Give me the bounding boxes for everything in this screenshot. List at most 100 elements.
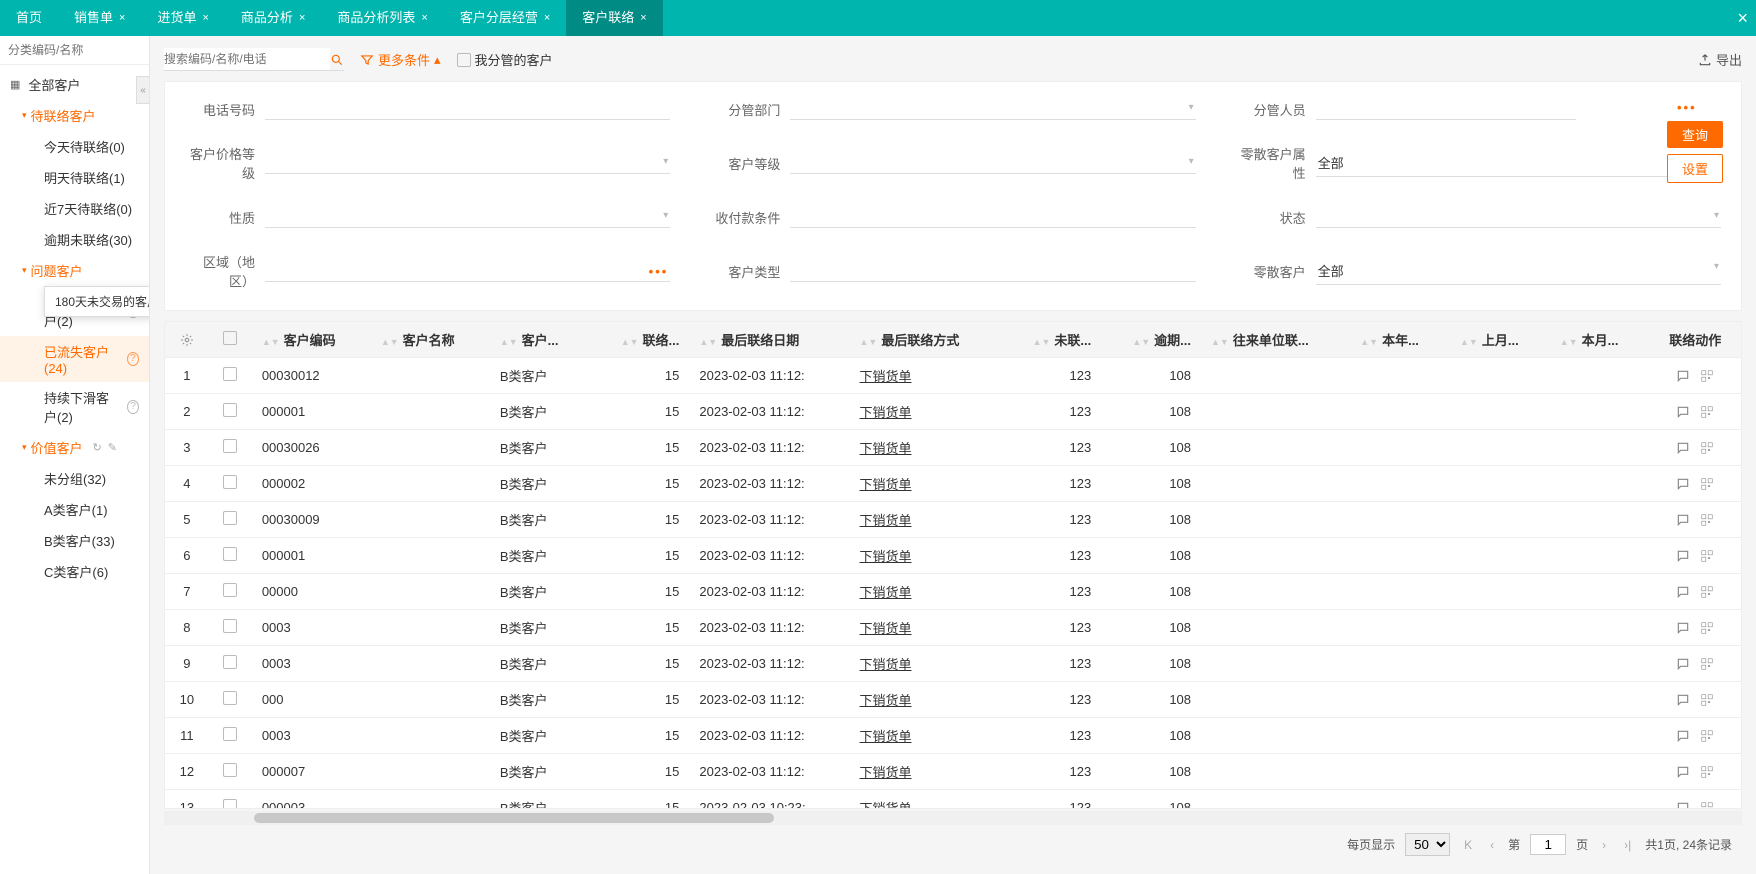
qrcode-icon[interactable] [1700, 368, 1714, 384]
edit-icon[interactable]: ✎ [108, 441, 117, 454]
last-type-link[interactable]: 下销货单 [860, 693, 912, 708]
tab-商品分析[interactable]: 商品分析× [225, 0, 321, 36]
tree-item[interactable]: 已流失客户(24)? [0, 336, 149, 382]
col-un[interactable]: ▲▼未联... [1001, 322, 1101, 358]
horizontal-scrollbar[interactable] [164, 811, 1742, 825]
chat-icon[interactable] [1676, 404, 1690, 420]
more-icon[interactable]: ••• [649, 264, 669, 279]
row-checkbox[interactable] [223, 367, 237, 381]
row-checkbox[interactable] [223, 799, 237, 809]
col-contact[interactable]: ▲▼联络... [590, 322, 690, 358]
last-type-link[interactable]: 下销货单 [860, 729, 912, 744]
table-row[interactable]: 4000002B类客户152023-02-03 11:12:下销货单123108 [165, 466, 1741, 502]
more-conditions-toggle[interactable]: 更多条件 ▴ [360, 50, 441, 69]
tab-进货单[interactable]: 进货单× [141, 0, 224, 36]
row-checkbox[interactable] [223, 583, 237, 597]
my-managed-checkbox[interactable]: 我分管的客户 [457, 50, 553, 69]
pager-first-icon[interactable]: K [1460, 838, 1476, 852]
col-cust[interactable]: ▲▼客户... [490, 322, 590, 358]
filter-input[interactable] [1316, 98, 1576, 120]
table-row[interactable]: 500030009B类客户152023-02-03 11:12:下销货单1231… [165, 502, 1741, 538]
filter-input[interactable] [265, 98, 670, 120]
table-row[interactable]: 300030026B类客户152023-02-03 11:12:下销货单1231… [165, 430, 1741, 466]
qrcode-icon[interactable] [1700, 476, 1714, 492]
tree-item[interactable]: 近7天待联络(0) [0, 193, 149, 224]
qrcode-icon[interactable] [1700, 728, 1714, 744]
chat-icon[interactable] [1676, 368, 1690, 384]
select-all-checkbox[interactable] [223, 331, 237, 345]
tab-销售单[interactable]: 销售单× [58, 0, 141, 36]
pager-page-input[interactable] [1530, 834, 1566, 855]
chat-icon[interactable] [1676, 800, 1690, 809]
col-last_date[interactable]: ▲▼最后联络日期 [689, 322, 849, 358]
col-over[interactable]: ▲▼逾期... [1101, 322, 1201, 358]
tree-item[interactable]: 持续下滑客户(2)? [0, 382, 149, 432]
close-icon[interactable]: × [544, 0, 550, 36]
filter-input[interactable]: 全部▾ [1316, 257, 1721, 285]
row-checkbox[interactable] [223, 475, 237, 489]
close-icon[interactable]: × [421, 0, 427, 36]
close-icon[interactable]: × [640, 0, 646, 36]
table-row[interactable]: 6000001B类客户152023-02-03 11:12:下销货单123108 [165, 538, 1741, 574]
table-row[interactable]: 12000007B类客户152023-02-03 11:12:下销货单12310… [165, 754, 1741, 790]
filter-input[interactable]: ▾ [790, 98, 1195, 120]
sidebar-search-input[interactable] [8, 43, 150, 57]
last-type-link[interactable]: 下销货单 [860, 621, 912, 636]
tree-item[interactable]: A类客户(1) [0, 494, 149, 525]
row-checkbox[interactable] [223, 403, 237, 417]
query-button[interactable]: 查询 [1667, 121, 1723, 148]
col-year[interactable]: ▲▼本年... [1350, 322, 1450, 358]
pager-next-icon[interactable]: › [1598, 838, 1610, 852]
person-more-icon[interactable]: ••• [1677, 100, 1713, 115]
close-icon[interactable]: × [202, 0, 208, 36]
row-checkbox[interactable] [223, 619, 237, 633]
col-last_type[interactable]: ▲▼最后联络方式 [850, 322, 1002, 358]
row-checkbox[interactable] [223, 439, 237, 453]
table-row[interactable]: 13000003B类客户152023-02-03 10:23:下销货单12310… [165, 790, 1741, 810]
filter-input[interactable]: ▾ [1316, 206, 1721, 228]
last-type-link[interactable]: 下销货单 [860, 765, 912, 780]
qrcode-icon[interactable] [1700, 764, 1714, 780]
help-icon[interactable]: ? [127, 352, 139, 366]
last-type-link[interactable]: 下销货单 [860, 369, 912, 384]
qrcode-icon[interactable] [1700, 512, 1714, 528]
tree-group[interactable]: ▾问题客户 [0, 255, 149, 286]
qrcode-icon[interactable] [1700, 584, 1714, 600]
row-checkbox[interactable] [223, 763, 237, 777]
col-thism[interactable]: ▲▼本月... [1550, 322, 1650, 358]
main-search-input[interactable] [164, 48, 330, 70]
last-type-link[interactable]: 下销货单 [860, 441, 912, 456]
filter-input[interactable]: ▾ [265, 206, 670, 228]
chat-icon[interactable] [1676, 620, 1690, 636]
settings-button[interactable]: 设置 [1667, 154, 1723, 183]
tree-item[interactable]: 逾期未联络(30) [0, 224, 149, 255]
chat-icon[interactable] [1676, 764, 1690, 780]
pager-last-icon[interactable]: ›| [1620, 838, 1635, 852]
tab-客户分层经营[interactable]: 客户分层经营× [444, 0, 566, 36]
tree-group[interactable]: ▾待联络客户 [0, 100, 149, 131]
tab-首页[interactable]: 首页 [0, 0, 58, 36]
qrcode-icon[interactable] [1700, 692, 1714, 708]
close-all-tabs-icon[interactable]: × [1737, 8, 1748, 29]
filter-input[interactable]: ▾ [265, 152, 670, 174]
filter-input[interactable]: 全部▾ [1316, 149, 1721, 177]
qrcode-icon[interactable] [1700, 404, 1714, 420]
gear-icon[interactable] [180, 333, 194, 347]
chat-icon[interactable] [1676, 656, 1690, 672]
chat-icon[interactable] [1676, 584, 1690, 600]
chat-icon[interactable] [1676, 476, 1690, 492]
per-page-select[interactable]: 50 [1405, 833, 1450, 856]
qrcode-icon[interactable] [1700, 656, 1714, 672]
row-checkbox[interactable] [223, 727, 237, 741]
row-checkbox[interactable] [223, 511, 237, 525]
last-type-link[interactable]: 下销货单 [860, 585, 912, 600]
table-row[interactable]: 2000001B类客户152023-02-03 11:12:下销货单123108 [165, 394, 1741, 430]
tree-item[interactable]: C类客户(6) [0, 556, 149, 587]
chat-icon[interactable] [1676, 512, 1690, 528]
chat-icon[interactable] [1676, 692, 1690, 708]
table-row[interactable]: 90003B类客户152023-02-03 11:12:下销货单123108 [165, 646, 1741, 682]
chat-icon[interactable] [1676, 440, 1690, 456]
last-type-link[interactable]: 下销货单 [860, 405, 912, 420]
tree-group[interactable]: ▾价值客户↻✎ [0, 432, 149, 463]
close-icon[interactable]: × [299, 0, 305, 36]
